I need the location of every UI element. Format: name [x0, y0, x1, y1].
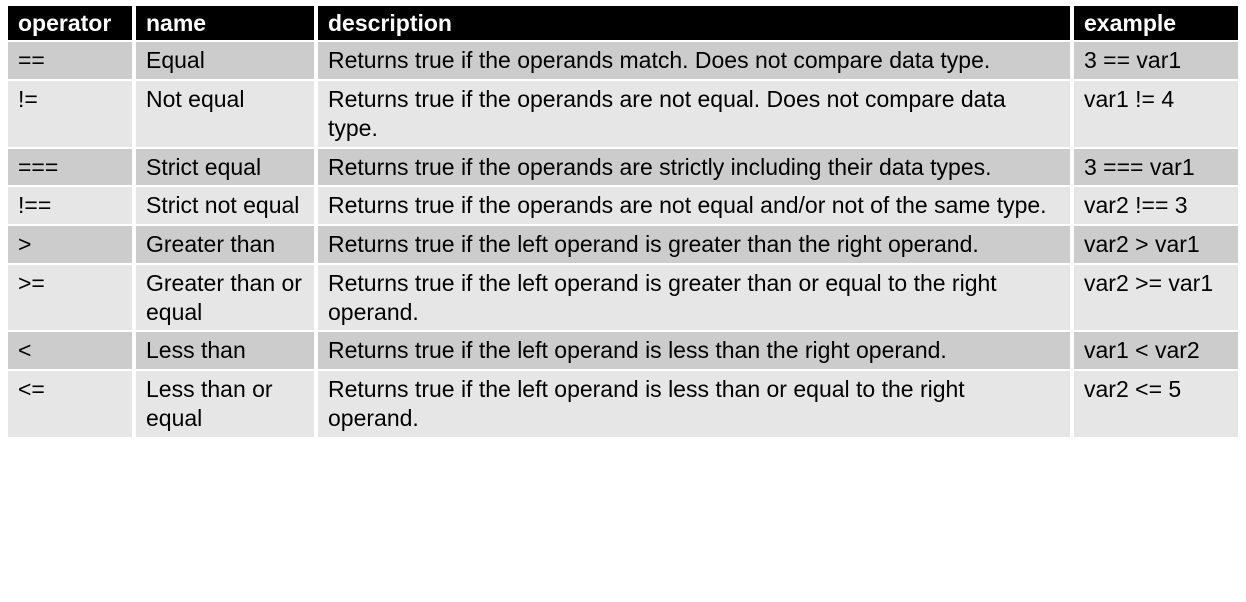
cell-description: Returns true if the left operand is less… — [318, 371, 1070, 437]
cell-example: var2 > var1 — [1074, 226, 1238, 263]
cell-example: var2 !== 3 — [1074, 187, 1238, 224]
cell-name: Not equal — [136, 81, 314, 147]
table-row: > Greater than Returns true if the left … — [8, 226, 1238, 263]
table-row: !== Strict not equal Returns true if the… — [8, 187, 1238, 224]
cell-name: Equal — [136, 42, 314, 79]
cell-operator: != — [8, 81, 132, 147]
cell-description: Returns true if the operands are not equ… — [318, 81, 1070, 147]
cell-name: Less than — [136, 332, 314, 369]
cell-operator: >= — [8, 265, 132, 331]
cell-operator: <= — [8, 371, 132, 437]
cell-operator: == — [8, 42, 132, 79]
cell-example: var1 < var2 — [1074, 332, 1238, 369]
cell-description: Returns true if the left operand is grea… — [318, 265, 1070, 331]
table-row: <= Less than or equal Returns true if th… — [8, 371, 1238, 437]
table-row: != Not equal Returns true if the operand… — [8, 81, 1238, 147]
header-description: description — [318, 6, 1070, 40]
header-operator: operator — [8, 6, 132, 40]
cell-example: 3 == var1 — [1074, 42, 1238, 79]
header-example: example — [1074, 6, 1238, 40]
table-row: === Strict equal Returns true if the ope… — [8, 149, 1238, 186]
cell-description: Returns true if the operands are strictl… — [318, 149, 1070, 186]
cell-description: Returns true if the left operand is less… — [318, 332, 1070, 369]
table-header: operator name description example — [8, 6, 1238, 40]
cell-name: Strict not equal — [136, 187, 314, 224]
table-row: == Equal Returns true if the operands ma… — [8, 42, 1238, 79]
cell-name: Greater than — [136, 226, 314, 263]
cell-example: 3 === var1 — [1074, 149, 1238, 186]
cell-example: var2 >= var1 — [1074, 265, 1238, 331]
table-body: == Equal Returns true if the operands ma… — [8, 42, 1238, 436]
cell-description: Returns true if the operands match. Does… — [318, 42, 1070, 79]
cell-name: Greater than or equal — [136, 265, 314, 331]
cell-name: Strict equal — [136, 149, 314, 186]
cell-description: Returns true if the left operand is grea… — [318, 226, 1070, 263]
cell-operator: > — [8, 226, 132, 263]
cell-operator: !== — [8, 187, 132, 224]
cell-operator: < — [8, 332, 132, 369]
cell-name: Less than or equal — [136, 371, 314, 437]
cell-example: var1 != 4 — [1074, 81, 1238, 147]
cell-example: var2 <= 5 — [1074, 371, 1238, 437]
cell-description: Returns true if the operands are not equ… — [318, 187, 1070, 224]
table-row: >= Greater than or equal Returns true if… — [8, 265, 1238, 331]
cell-operator: === — [8, 149, 132, 186]
header-name: name — [136, 6, 314, 40]
operators-table: operator name description example == Equ… — [4, 4, 1242, 439]
table-row: < Less than Returns true if the left ope… — [8, 332, 1238, 369]
